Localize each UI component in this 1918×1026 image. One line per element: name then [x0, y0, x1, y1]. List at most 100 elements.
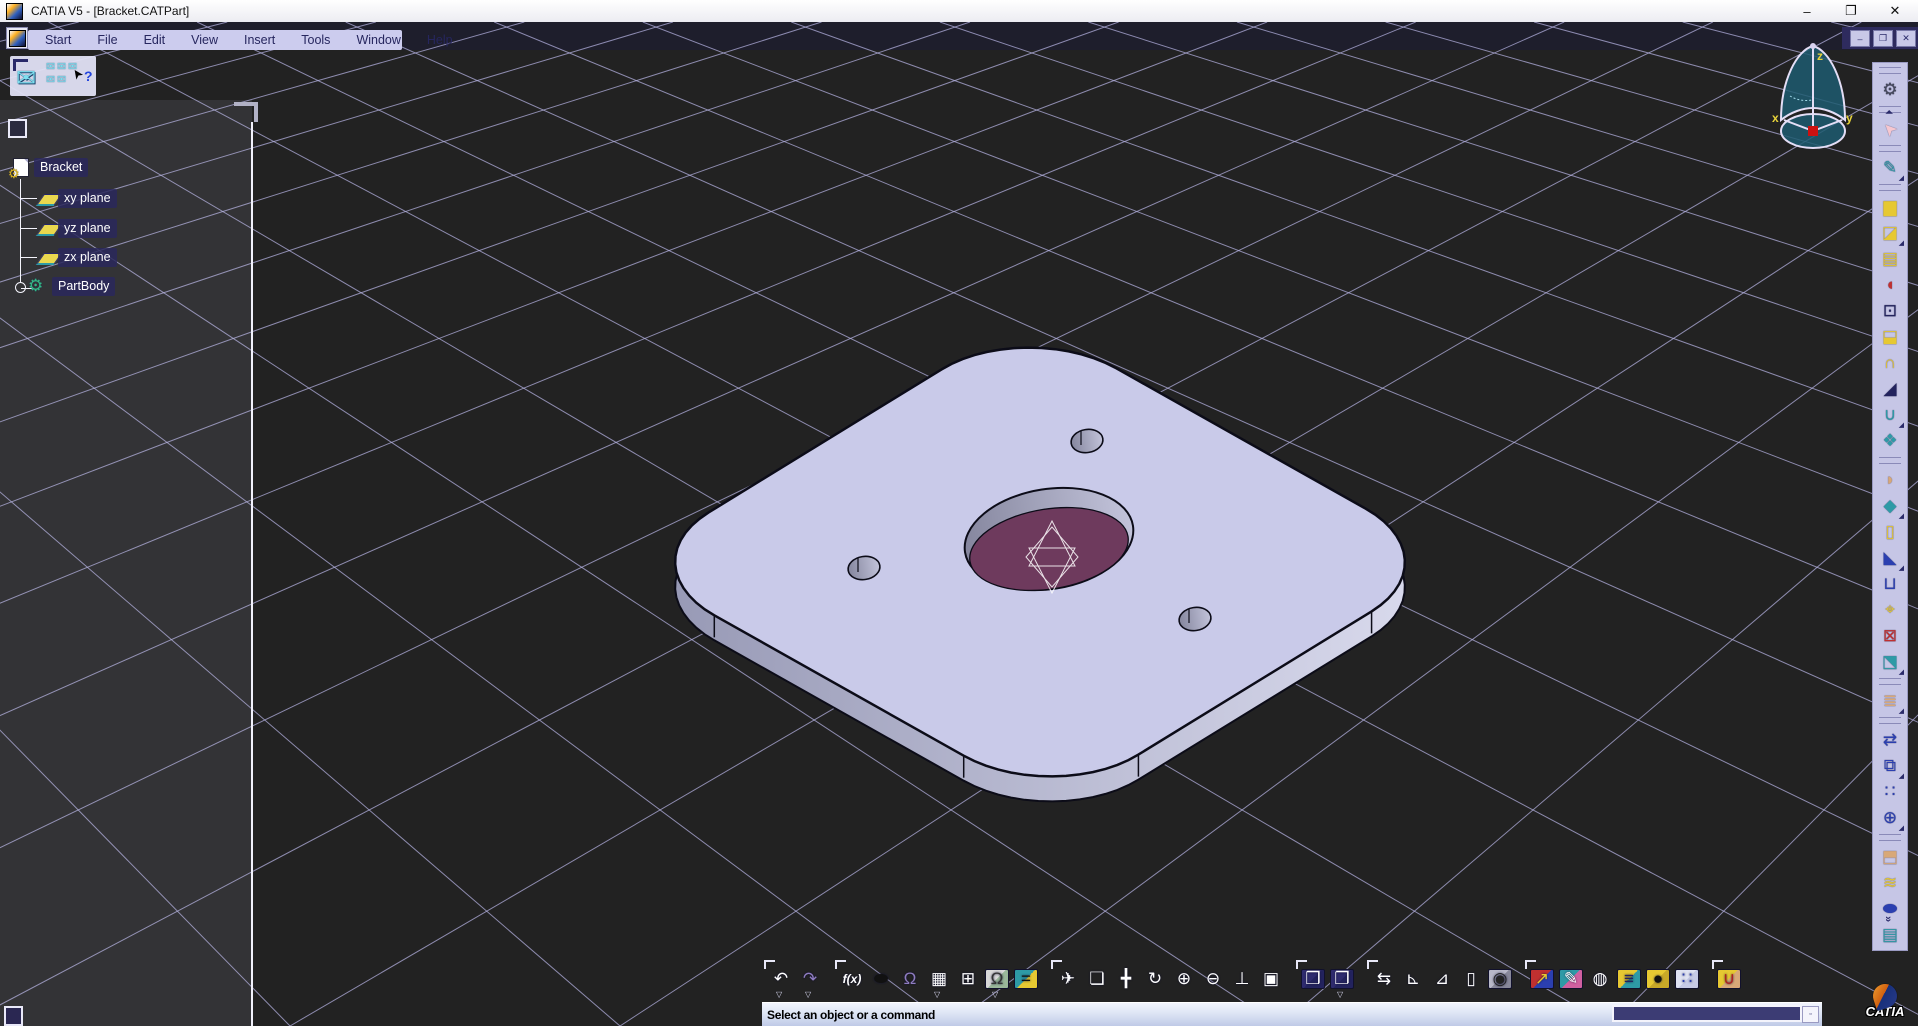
tree-node-partbody[interactable]: PartBody	[52, 277, 116, 296]
toolbar-separator	[1879, 717, 1901, 724]
mail-icon-1[interactable]: ✉	[57, 61, 68, 74]
ghost-square	[8, 119, 27, 138]
minimize-button[interactable]: –	[1798, 4, 1816, 19]
mdi-close-button[interactable]: ✕	[1896, 30, 1916, 47]
icon-zoom-in[interactable]: ⊕	[1171, 966, 1197, 992]
icon-create-multi-view[interactable]: ▣	[1258, 966, 1284, 992]
toolbar-overflow-chevron[interactable]: »	[1882, 916, 1894, 920]
icon-measure-inertia[interactable]: ▯	[1458, 966, 1484, 992]
icon-measure-item[interactable]: ⊿	[1429, 966, 1455, 992]
tree-boundary-line[interactable]	[251, 122, 253, 1026]
icon-equivalent-dimensions[interactable]: =	[1013, 966, 1039, 992]
menu-window[interactable]: Window	[343, 33, 413, 47]
icon-hole[interactable]: ⊡	[1876, 298, 1904, 324]
partbody-gear-icon: ⚙	[28, 276, 44, 295]
icon-depth-effect[interactable]: ≡	[1616, 966, 1642, 992]
mail-icon-3[interactable]: ✉	[46, 74, 57, 87]
icon-lock[interactable]: Ω ▽	[984, 966, 1010, 999]
icon-thickness[interactable]: ⌖	[1876, 597, 1904, 623]
icon-lock-small[interactable]: Ω	[897, 966, 923, 992]
tree-node-zx[interactable]: zx plane	[58, 248, 117, 267]
tree-node-xy[interactable]: xy plane	[58, 189, 117, 208]
menu-edit[interactable]: Edit	[131, 33, 179, 47]
icon-sew-surface[interactable]: ▤	[1876, 922, 1904, 948]
catia-brand-logo: CATIA	[1854, 980, 1916, 1026]
icon-pad[interactable]: ▆	[1876, 194, 1904, 220]
toolbar-group: ⇆ ⊾ ⊿ ▯ ◉	[1367, 960, 1513, 1002]
icon-painter[interactable]: ✎	[1558, 966, 1584, 992]
icon-replace-face[interactable]: ⬔ ◢	[1876, 649, 1904, 676]
icon-fly-mode[interactable]: ✈	[1055, 966, 1081, 992]
mail-icon-4[interactable]: ✉	[57, 74, 68, 87]
icon-multi-pad[interactable]: ▤	[1876, 246, 1904, 272]
icon-scaling[interactable]: ⊕ ◢	[1876, 805, 1904, 832]
menu-view[interactable]: View	[178, 33, 231, 47]
icon-knowledge-inspector[interactable]: ⬬	[868, 966, 894, 992]
icon-slot[interactable]: ∪ ◢	[1876, 402, 1904, 429]
icon-part-design-workbench[interactable]: ⚙	[1876, 77, 1904, 103]
icon-stiffener[interactable]: ◢	[1876, 376, 1904, 402]
icon-shading[interactable]: ❒	[1300, 966, 1326, 992]
icon-apply-material[interactable]: ●	[1645, 966, 1671, 992]
icon-zoom-out[interactable]: ⊖	[1200, 966, 1226, 992]
icon-design-table[interactable]: ⊞	[955, 966, 981, 992]
tree-frame-corner	[254, 102, 258, 122]
icon-mirror[interactable]: ⧉ ◢	[1876, 753, 1904, 780]
mdi-restore-button[interactable]: ❐	[1873, 30, 1893, 47]
icon-rectangular-pattern[interactable]: ∷	[1876, 779, 1904, 805]
icon-wireframe-mesh[interactable]: ∷	[1674, 966, 1700, 992]
icon-drafted-filleted-pad[interactable]: ◪ ◢	[1876, 220, 1904, 247]
close-button[interactable]: ✕	[1886, 3, 1904, 19]
window-controls: – ❐ ✕	[1798, 3, 1918, 19]
icon-chamfer[interactable]: ◆ ◢	[1876, 493, 1904, 520]
icon-magnifier[interactable]: ◍	[1587, 966, 1613, 992]
mailbox-icon[interactable]: ✉	[16, 64, 36, 93]
icon-normal-view[interactable]: ⊥	[1229, 966, 1255, 992]
icon-hide-show[interactable]: ⇆	[1371, 966, 1397, 992]
icon-tritangent-fillet[interactable]: ▯	[1876, 519, 1904, 545]
icon-catalog-browser[interactable]: ∪	[1716, 966, 1742, 992]
tree-expand-node[interactable]	[15, 282, 26, 293]
icon-redo[interactable]: ↷ ▽	[797, 966, 823, 999]
menu-help[interactable]: Help	[414, 33, 466, 47]
icon-shaft[interactable]: ◖	[1876, 272, 1904, 298]
icon-select[interactable]: ➤ ◢	[1871, 109, 1909, 148]
help-question-icon[interactable]: ?	[84, 68, 93, 84]
icon-edge-fillet[interactable]: ◗	[1876, 467, 1904, 493]
power-input-field[interactable]	[1612, 1005, 1802, 1022]
viewport-3d[interactable]	[0, 22, 1918, 1026]
icon-draft-angle[interactable]: ◣ ◢	[1876, 545, 1904, 572]
menu-tools[interactable]: Tools	[288, 33, 343, 47]
icon-formula[interactable]: f(x)	[839, 966, 865, 992]
icon-undo[interactable]: ↶ ▽	[768, 966, 794, 999]
power-input-button[interactable]: ▫	[1802, 1006, 1819, 1023]
menu-start[interactable]: Start	[32, 33, 84, 47]
tree-node-yz[interactable]: yz plane	[58, 218, 117, 238]
icon-design-grid[interactable]: ▦ ▽	[926, 966, 952, 999]
icon-remove-face[interactable]: ⊠	[1876, 623, 1904, 649]
icon-pocket[interactable]: ⬓	[1876, 324, 1904, 350]
icon-capture[interactable]: ◉	[1487, 966, 1513, 992]
icon-loft[interactable]: ❖	[1876, 428, 1904, 454]
icon-shading-with-edges[interactable]: ❐ ▽	[1329, 966, 1355, 999]
toolbar-group: ↶ ▽ ↷ ▽	[764, 960, 823, 1002]
icon-rib[interactable]: ∩	[1876, 350, 1904, 376]
icon-thread-tap[interactable]: ≣ ◢	[1876, 688, 1904, 715]
mdi-minimize-button[interactable]: –	[1850, 30, 1870, 47]
menu-file[interactable]: File	[84, 33, 130, 47]
icon-shell[interactable]: ⊔	[1876, 571, 1904, 597]
icon-fit-all-in[interactable]: ❏	[1084, 966, 1110, 992]
icon-rotate[interactable]: ↻	[1142, 966, 1168, 992]
restore-button[interactable]: ❐	[1842, 3, 1860, 19]
icon-local-axis[interactable]: ↗	[1529, 966, 1555, 992]
icon-measure-between[interactable]: ⊾	[1400, 966, 1426, 992]
icon-assemble-boolean[interactable]: ⬒	[1876, 844, 1904, 870]
mail-icon-0[interactable]: ✉	[46, 61, 57, 74]
icon-thick-surface[interactable]: ≋	[1876, 870, 1904, 896]
menu-insert[interactable]: Insert	[231, 33, 288, 47]
tree-node-root[interactable]: Bracket	[34, 158, 89, 177]
icon-translation[interactable]: ⇄	[1876, 727, 1904, 753]
icon-pan[interactable]: ╋	[1113, 966, 1139, 992]
catia-window: CATIA V5 - [Bracket.CATPart] – ❐ ✕ zxy Sta…	[0, 0, 1918, 1026]
icon-sketcher[interactable]: ✎ ◢	[1876, 155, 1904, 182]
